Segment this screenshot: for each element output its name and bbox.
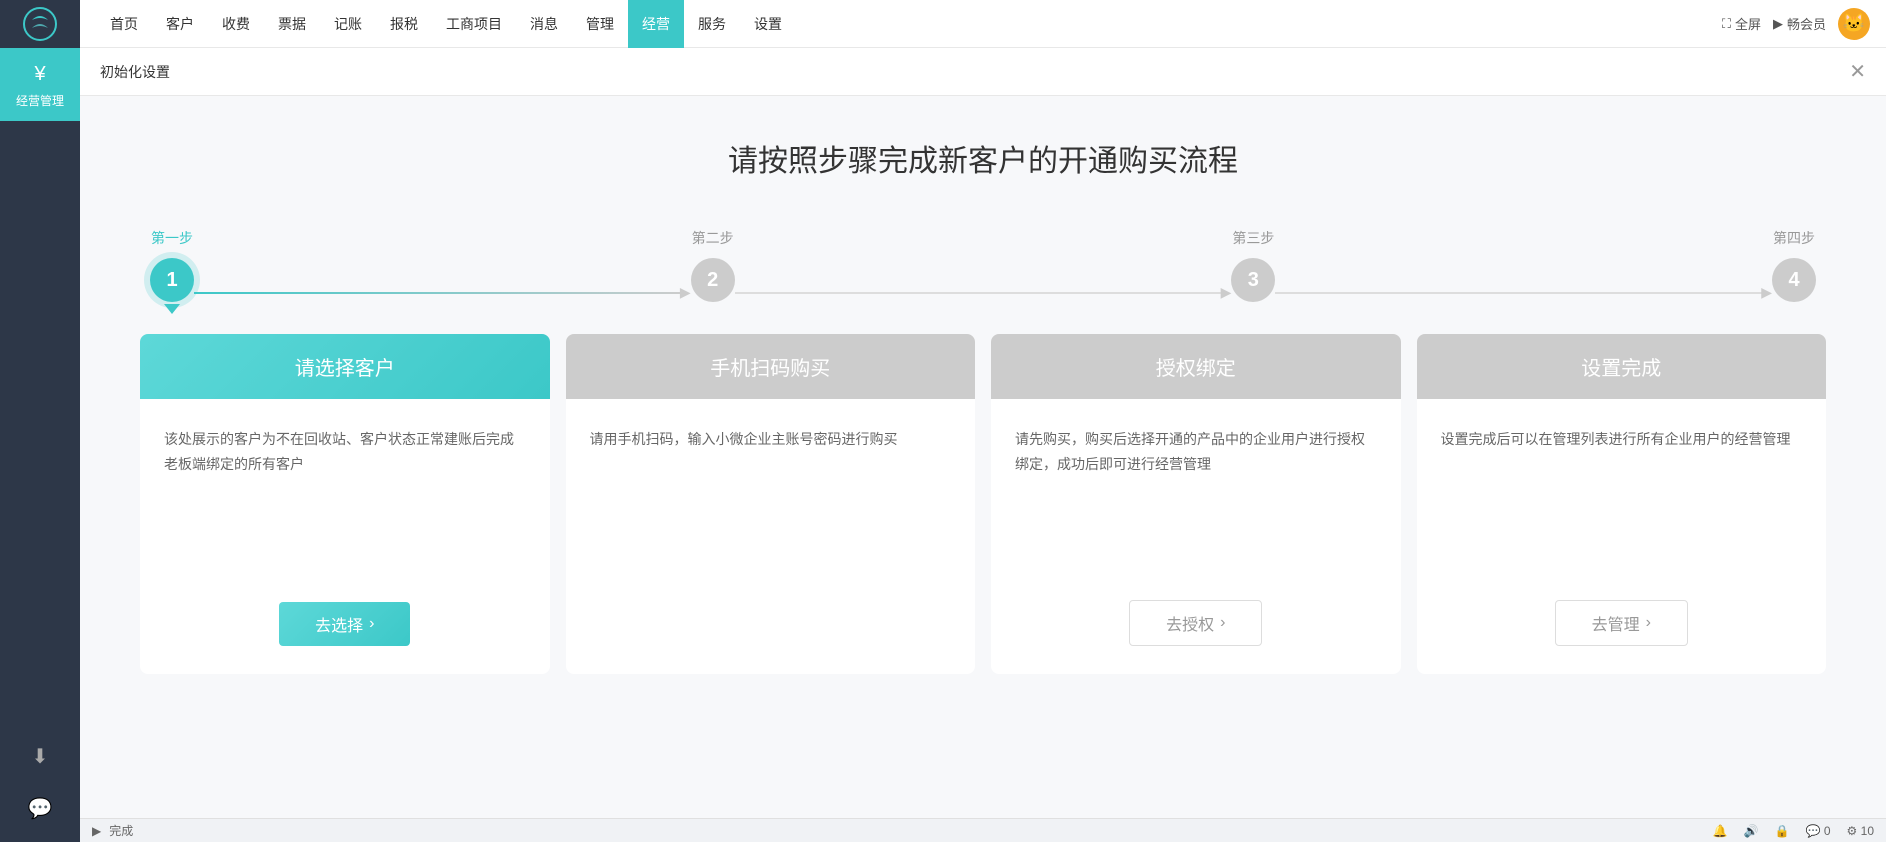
go-authorize-button[interactable]: 去授权 › xyxy=(1129,600,1262,646)
vip-btn[interactable]: ▶ 畅会员 xyxy=(1773,14,1826,33)
top-nav: 首页 客户 收费 票据 记账 报税 工商项目 消息 管理 经营 服务 设置 ⛶ … xyxy=(80,0,1886,48)
card-footer-2 xyxy=(566,630,976,674)
breadcrumb-bar: 初始化设置 ✕ xyxy=(80,48,1886,96)
nav-service[interactable]: 服务 xyxy=(684,0,740,48)
go-select-button[interactable]: 去选择 › xyxy=(279,602,410,646)
step-indicator-1: 第一步 1 xyxy=(150,228,194,314)
main-content: 初始化设置 ✕ 请按照步骤完成新客户的开通购买流程 第一步 1 ▶ xyxy=(80,48,1886,818)
btn-arrow-3: › xyxy=(1220,614,1225,632)
card-header-4: 设置完成 xyxy=(1417,334,1827,399)
connector-arrow-1: ▶ xyxy=(680,284,691,301)
nav-fee[interactable]: 收费 xyxy=(208,0,264,48)
step-arrow-1 xyxy=(164,304,180,314)
card-header-3: 授权绑定 xyxy=(991,334,1401,399)
connector-arrow-2: ▶ xyxy=(1221,284,1232,301)
card-body-3: 请先购买，购买后选择开通的产品中的企业用户进行授权绑定，成功后即可进行经营管理 xyxy=(991,399,1401,584)
sidebar-item-label: 经营管理 xyxy=(16,92,64,109)
download-icon: ⬇ xyxy=(26,742,54,770)
sidebar: ¥ 经营管理 ⬇ 💬 xyxy=(0,0,80,842)
card-footer-3: 去授权 › xyxy=(991,584,1401,674)
page-body: 请按照步骤完成新客户的开通购买流程 第一步 1 ▶ 第二步 2 xyxy=(80,96,1886,714)
chat-icon: 💬 xyxy=(26,794,54,822)
nav-right: ⛶ 全屏 ▶ 畅会员 🐱 xyxy=(1722,8,1870,40)
status-bar: ▶ 完成 🔔 🔊 🔒 💬 0 ⚙ 10 xyxy=(80,818,1886,842)
status-right: 🔔 🔊 🔒 💬 0 ⚙ 10 xyxy=(1713,824,1874,838)
sidebar-item-download[interactable]: ⬇ xyxy=(0,730,80,782)
connector-2-3: ▶ xyxy=(735,284,1232,301)
fullscreen-btn[interactable]: ⛶ 全屏 xyxy=(1722,14,1761,33)
nav-bookkeeping[interactable]: 记账 xyxy=(320,0,376,48)
nav-bills[interactable]: 票据 xyxy=(264,0,320,48)
volume-icon[interactable]: 🔊 xyxy=(1744,824,1759,838)
step-circle-1: 1 xyxy=(150,258,194,302)
go-manage-button[interactable]: 去管理 › xyxy=(1555,600,1688,646)
nav-business[interactable]: 工商项目 xyxy=(432,0,516,48)
fullscreen-icon: ⛶ xyxy=(1722,16,1731,32)
connector-3-4: ▶ xyxy=(1275,284,1772,301)
step-indicator-2: 第二步 2 xyxy=(691,228,735,302)
step-card-3: 授权绑定 请先购买，购买后选择开通的产品中的企业用户进行授权绑定，成功后即可进行… xyxy=(991,334,1401,674)
page-title: 请按照步骤完成新客户的开通购买流程 xyxy=(140,136,1826,180)
step-circle-2: 2 xyxy=(691,258,735,302)
step-label-1: 第一步 xyxy=(151,228,193,248)
card-footer-4: 去管理 › xyxy=(1417,584,1827,674)
play-icon: ▶ xyxy=(92,824,101,838)
nav-operation[interactable]: 经营 xyxy=(628,0,684,48)
nav-tax[interactable]: 报税 xyxy=(376,0,432,48)
card-body-1: 该处展示的客户为不在回收站、客户状态正常建账后完成老板端绑定的所有客户 xyxy=(140,399,550,586)
step-label-3: 第三步 xyxy=(1232,228,1274,248)
connector-arrow-3: ▶ xyxy=(1761,284,1772,301)
step-indicator-3: 第三步 3 xyxy=(1231,228,1275,302)
play-label: 完成 xyxy=(109,822,133,839)
connector-1-2: ▶ xyxy=(194,284,691,301)
step-card-1: 请选择客户 该处展示的客户为不在回收站、客户状态正常建账后完成老板端绑定的所有客… xyxy=(140,334,550,674)
step-label-2: 第二步 xyxy=(692,228,734,248)
step-card-4: 设置完成 设置完成后可以在管理列表进行所有企业用户的经营管理 去管理 › xyxy=(1417,334,1827,674)
nav-settings[interactable]: 设置 xyxy=(740,0,796,48)
breadcrumb-title: 初始化设置 xyxy=(100,62,170,82)
card-header-1: 请选择客户 xyxy=(140,334,550,399)
jingying-icon: ¥ xyxy=(26,60,54,88)
sidebar-item-chat[interactable]: 💬 xyxy=(0,782,80,834)
message-icon[interactable]: 💬 0 xyxy=(1806,824,1831,838)
nav-message[interactable]: 消息 xyxy=(516,0,572,48)
settings-icon[interactable]: ⚙ 10 xyxy=(1847,824,1874,838)
card-body-2: 请用手机扫码，输入小微企业主账号密码进行购买 xyxy=(566,399,976,630)
vip-icon: ▶ xyxy=(1773,16,1783,32)
lock-icon[interactable]: 🔒 xyxy=(1775,824,1790,838)
sidebar-bottom: ⬇ 💬 xyxy=(0,730,80,842)
nav-home[interactable]: 首页 xyxy=(96,0,152,48)
steps-indicator: 第一步 1 ▶ 第二步 2 ▶ xyxy=(140,228,1826,314)
step-label-4: 第四步 xyxy=(1773,228,1815,248)
card-body-4: 设置完成后可以在管理列表进行所有企业用户的经营管理 xyxy=(1417,399,1827,584)
nav-customer[interactable]: 客户 xyxy=(152,0,208,48)
card-footer-1: 去选择 › xyxy=(140,586,550,674)
sidebar-item-jingying[interactable]: ¥ 经营管理 xyxy=(0,48,80,121)
card-header-2: 手机扫码购买 xyxy=(566,334,976,399)
nav-manage[interactable]: 管理 xyxy=(572,0,628,48)
cards-row: 请选择客户 该处展示的客户为不在回收站、客户状态正常建账后完成老板端绑定的所有客… xyxy=(140,334,1826,674)
step-circle-3: 3 xyxy=(1231,258,1275,302)
step-circle-4: 4 xyxy=(1772,258,1816,302)
step-indicator-4: 第四步 4 xyxy=(1772,228,1816,302)
avatar[interactable]: 🐱 xyxy=(1838,8,1870,40)
btn-arrow-1: › xyxy=(369,615,374,633)
close-button[interactable]: ✕ xyxy=(1849,59,1866,84)
sidebar-logo xyxy=(0,0,80,48)
btn-arrow-4: › xyxy=(1646,614,1651,632)
step-card-2: 手机扫码购买 请用手机扫码，输入小微企业主账号密码进行购买 xyxy=(566,334,976,674)
bell-icon[interactable]: 🔔 xyxy=(1713,824,1728,838)
